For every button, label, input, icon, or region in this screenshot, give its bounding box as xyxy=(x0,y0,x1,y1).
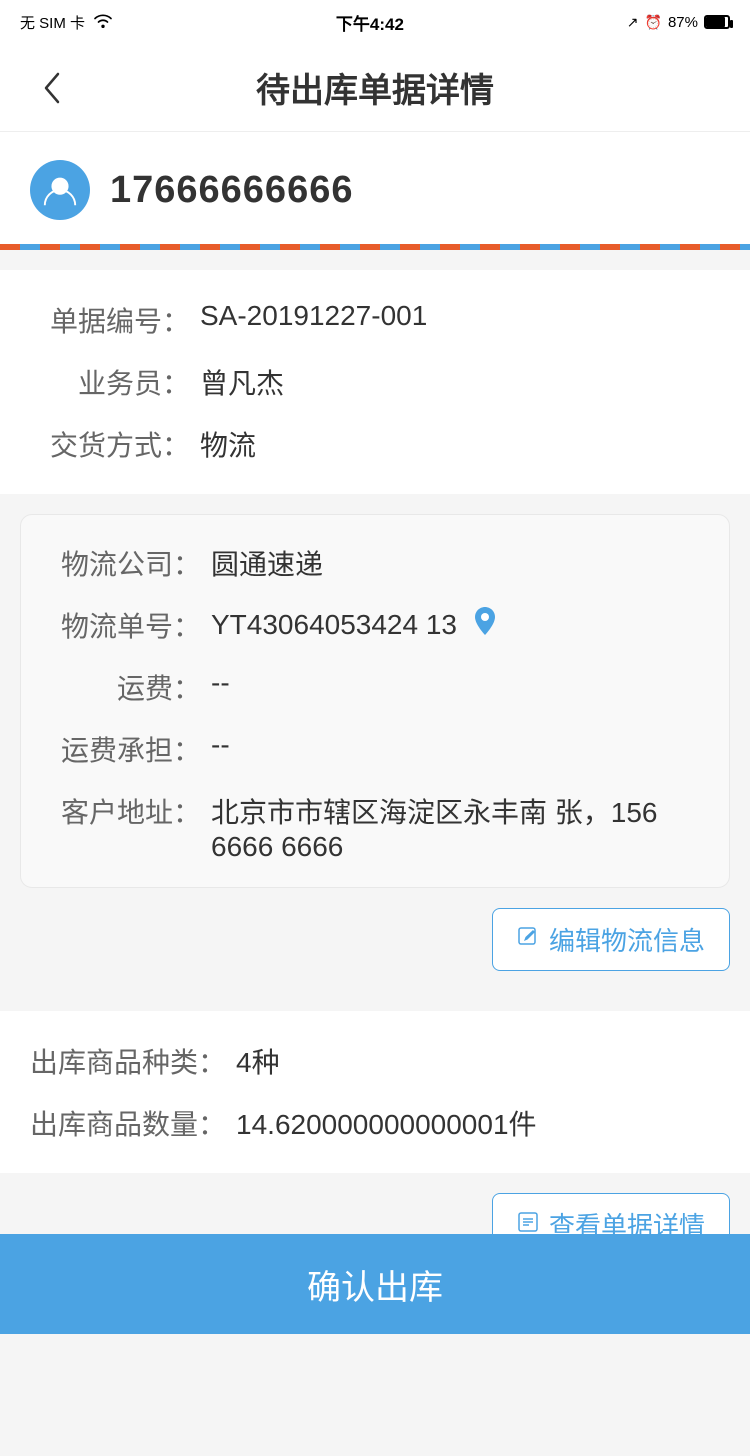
customer-address-label: 客户地址： xyxy=(41,791,201,831)
battery-label: 87% xyxy=(668,14,698,31)
status-right: ↗ ⏰ 87% xyxy=(627,14,730,31)
edit-icon xyxy=(517,924,539,955)
logistics-company-label: 物流公司： xyxy=(41,543,201,583)
confirm-outbound-button[interactable]: 确认出库 xyxy=(0,1234,750,1334)
freight-label: 运费： xyxy=(41,667,201,707)
back-button[interactable] xyxy=(30,66,74,110)
customer-phone: 17666666666 xyxy=(110,169,353,212)
doc-number-value: SA-20191227-001 xyxy=(200,300,720,332)
product-types-value: 4种 xyxy=(236,1041,720,1081)
freight-value: -- xyxy=(211,667,709,699)
document-info-section: 单据编号： SA-20191227-001 业务员： 曾凡杰 交货方式： 物流 xyxy=(0,270,750,494)
nav-bar: 待出库单据详情 xyxy=(0,44,750,132)
freight-bearer-label: 运费承担： xyxy=(41,729,201,769)
status-time: 下午4:42 xyxy=(336,10,404,35)
delivery-method-value: 物流 xyxy=(200,424,720,464)
doc-number-row: 单据编号： SA-20191227-001 xyxy=(30,300,720,340)
location-icon: ↗ xyxy=(627,14,639,31)
status-bar: 无 SIM 卡 下午4:42 ↗ ⏰ 87% xyxy=(0,0,750,44)
salesperson-value: 曾凡杰 xyxy=(200,362,720,402)
logistics-section: 物流公司： 圆通速递 物流单号： YT43064053424 13 运费： --… xyxy=(20,514,730,888)
avatar xyxy=(30,160,90,220)
logistics-company-value: 圆通速递 xyxy=(211,543,709,583)
customer-address-value: 北京市市辖区海淀区永丰南 张，156 6666 6666 xyxy=(211,791,709,863)
page-title: 待出库单据详情 xyxy=(256,63,494,112)
logistics-number-value: YT43064053424 13 xyxy=(211,605,709,644)
outbound-section: 出库商品种类： 4种 出库商品数量： 14.620000000000001件 xyxy=(0,1011,750,1173)
edit-logistics-btn-wrap: 编辑物流信息 xyxy=(0,888,750,971)
salesperson-row: 业务员： 曾凡杰 xyxy=(30,362,720,402)
freight-bearer-value: -- xyxy=(211,729,709,761)
salesperson-label: 业务员： xyxy=(30,362,190,402)
customer-address-row: 客户地址： 北京市市辖区海淀区永丰南 张，156 6666 6666 xyxy=(41,791,709,863)
product-types-label: 出库商品种类： xyxy=(30,1041,226,1081)
battery-icon xyxy=(704,15,730,29)
freight-bearer-row: 运费承担： -- xyxy=(41,729,709,769)
delivery-method-label: 交货方式： xyxy=(30,424,190,464)
product-qty-label: 出库商品数量： xyxy=(30,1103,226,1143)
location-pin-icon[interactable] xyxy=(471,605,499,644)
edit-logistics-label: 编辑物流信息 xyxy=(549,921,705,958)
freight-row: 运费： -- xyxy=(41,667,709,707)
wifi-icon xyxy=(93,13,113,32)
product-types-row: 出库商品种类： 4种 xyxy=(30,1041,720,1081)
status-left: 无 SIM 卡 xyxy=(20,12,113,33)
logistics-number-row: 物流单号： YT43064053424 13 xyxy=(41,605,709,645)
logistics-company-row: 物流公司： 圆通速递 xyxy=(41,543,709,583)
doc-number-label: 单据编号： xyxy=(30,300,190,340)
alarm-icon: ⏰ xyxy=(645,14,662,31)
edit-logistics-button[interactable]: 编辑物流信息 xyxy=(492,908,730,971)
confirm-outbound-label: 确认出库 xyxy=(307,1260,443,1309)
carrier-label: 无 SIM 卡 xyxy=(20,12,85,33)
tracking-number-text: YT43064053424 13 xyxy=(211,609,457,641)
logistics-number-label: 物流单号： xyxy=(41,605,201,645)
section-gap-1 xyxy=(0,971,750,991)
customer-section: 17666666666 xyxy=(0,132,750,244)
product-qty-row: 出库商品数量： 14.620000000000001件 xyxy=(30,1103,720,1143)
product-qty-value: 14.620000000000001件 xyxy=(236,1103,720,1143)
dashed-separator xyxy=(0,244,750,250)
delivery-method-row: 交货方式： 物流 xyxy=(30,424,720,464)
